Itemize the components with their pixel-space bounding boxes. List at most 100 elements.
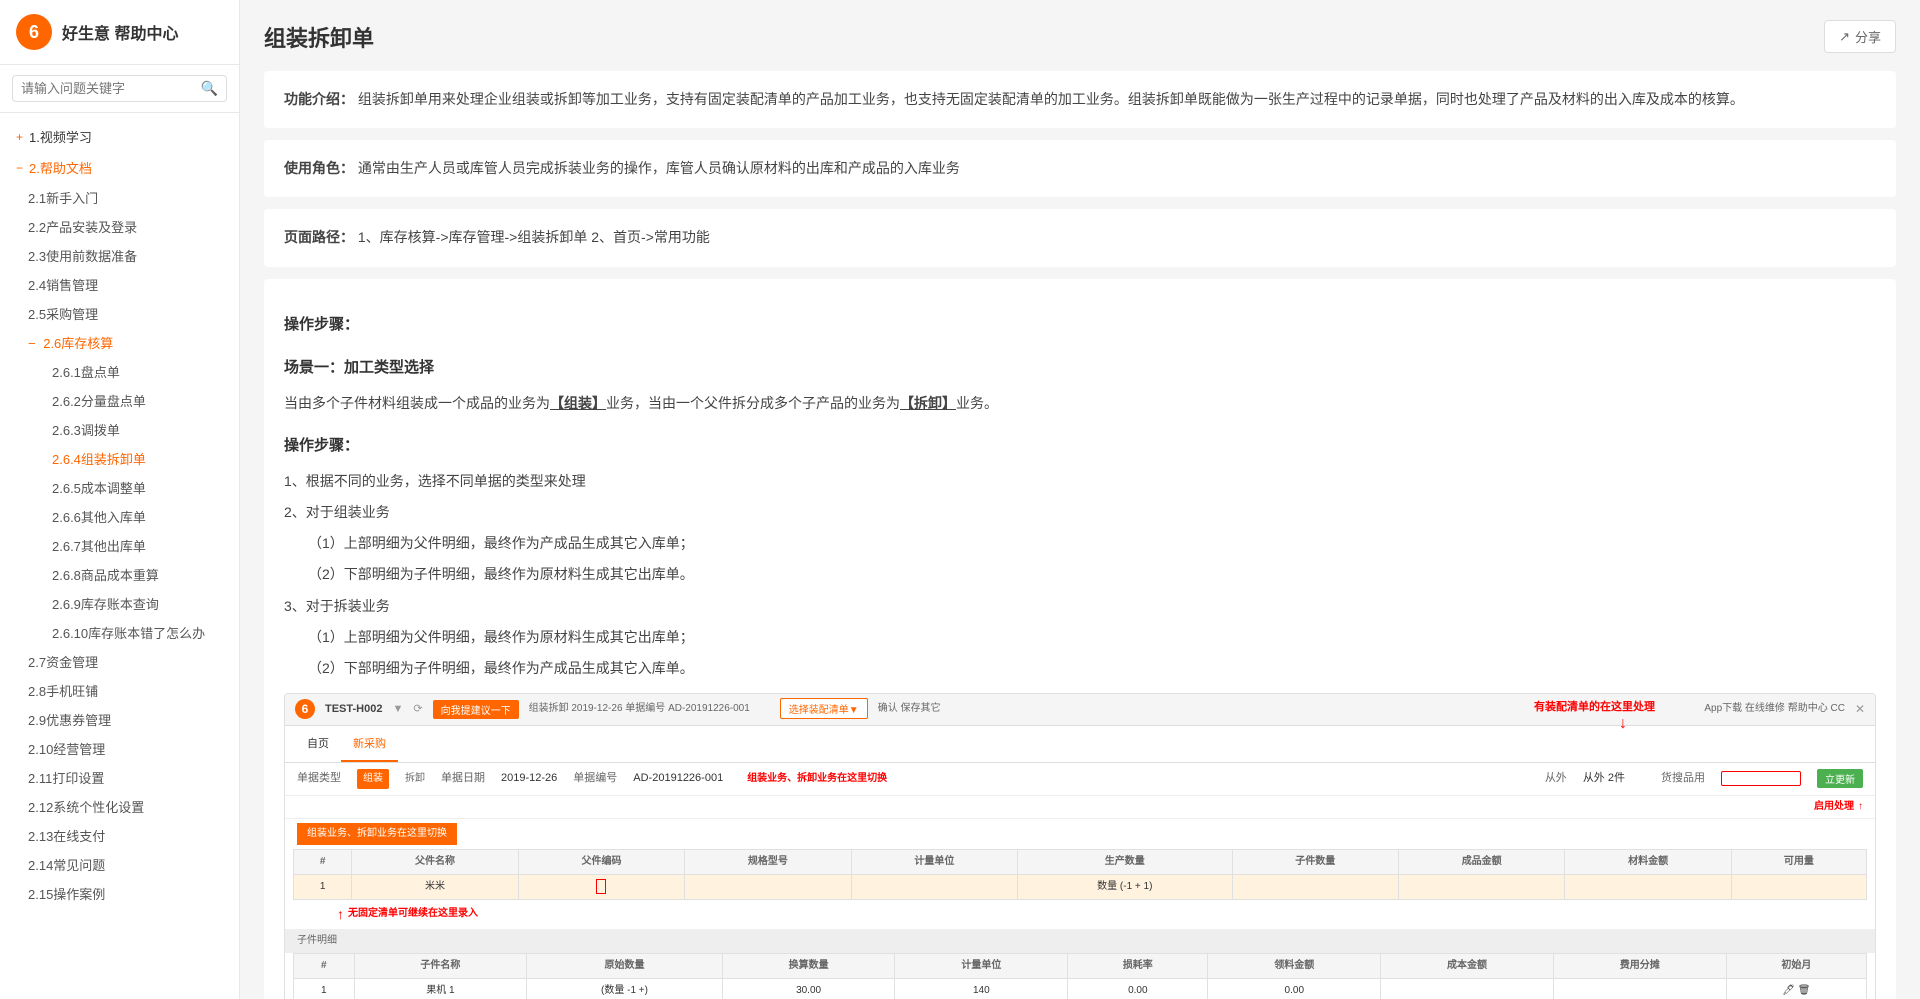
sidebar-item-2.13[interactable]: 2.13在线支付 (28, 821, 239, 850)
sidebar-item-2.4[interactable]: 2.4销售管理 (28, 270, 239, 299)
sidebar-item-2.6.2[interactable]: 2.6.2分量盘点单 (44, 386, 239, 415)
sim-lth-loss: 损耗率 (1068, 953, 1208, 978)
sim-td-prod-qty: 数量 (-1 + 1) (1018, 874, 1232, 899)
sidebar-item-video-label: 1.视频学习 (29, 127, 92, 146)
sim-th-sub-qty: 子件数量 (1232, 849, 1398, 874)
step3-1: （1）上部明细为父件明细，最终作为原材料生成其它出库单； (308, 625, 1876, 650)
sidebar-item-2.6[interactable]: − 2.6库存核算 (28, 328, 239, 357)
sim-section-gray: 子件明细 (285, 929, 1875, 953)
sidebar-item-2.6.6[interactable]: 2.6.6其他入库单 (44, 502, 239, 531)
sim-type-org[interactable]: 组装 (357, 769, 389, 789)
sim-refresh-icon: ⟳ (413, 700, 422, 720)
sidebar-item-2.11[interactable]: 2.11打印设置 (28, 763, 239, 792)
share-button[interactable]: ↗ 分享 (1824, 20, 1896, 53)
sim-lth-pick-amt: 领料金额 (1208, 953, 1381, 978)
sim-dropdown-icon: ▼ (392, 700, 403, 720)
sim-type-dis[interactable]: 拆卸 (405, 770, 425, 788)
sidebar-item-2.5[interactable]: 2.5采购管理 (28, 299, 239, 328)
sim-lth-cost-amt: 成本金额 (1381, 953, 1554, 978)
sim-th-no: # (294, 849, 352, 874)
sim-tab-new[interactable]: 新采购 (341, 730, 398, 762)
sim-lth-orig-qty: 原始数量 (527, 953, 722, 978)
sim-td-code (518, 874, 684, 899)
sim-td-prod-amt (1398, 874, 1564, 899)
sim-lth-unit: 计量单位 (895, 953, 1068, 978)
search-icon[interactable]: 🔍 (201, 80, 218, 97)
main-content: 组装拆卸单 ↗ 分享 功能介绍： 组装拆卸单用来处理企业组装或拆卸等加工业务，支… (240, 0, 1920, 999)
role-text: 通常由生产人员或库管人员完成拆装业务的操作，库管人员确认原材料的出库和产成品的入… (358, 160, 960, 176)
sim-nav-tabs: 自页 新采购 (285, 730, 1875, 763)
sim-lower-header-row: # 子件名称 原始数量 换算数量 计量单位 损耗率 领料金额 成本金额 费用分摊 (294, 953, 1867, 978)
sidebar-item-2.3[interactable]: 2.3使用前数据准备 (28, 241, 239, 270)
sim-ltd-1-cost (1381, 978, 1554, 999)
sidebar-item-docs[interactable]: − 2.帮助文档 (0, 152, 239, 183)
sim-lth-alloc: 费用分摊 (1553, 953, 1726, 978)
search-input[interactable] (21, 81, 201, 96)
sidebar-item-2.6.1[interactable]: 2.6.1盘点单 (44, 357, 239, 386)
screen-inner: 6 TEST-H002 ▼ ⟳ 向我提建议一下 组装拆卸 2019-12-26 … (285, 694, 1875, 999)
arrow-4-up: ↑ (337, 902, 344, 927)
share-icon: ↗ (1839, 29, 1850, 45)
sidebar-item-2.6.8[interactable]: 2.6.8商品成本重算 (44, 560, 239, 589)
sim-lth-conv-qty: 换算数量 (722, 953, 895, 978)
sidebar-item-2.6.4[interactable]: 2.6.4组装拆卸单 (44, 444, 239, 473)
annotation-no-fixed: ↑ 无固定清单可继续在这里录入 (285, 900, 1875, 929)
sim-ltd-1-orig: (数量 -1 +) (527, 978, 722, 999)
sim-upper-table: # 父件名称 父件编码 规格型号 计量单位 生产数量 子件数量 成品金额 材料金… (293, 849, 1867, 900)
sidebar-item-2.8[interactable]: 2.8手机旺铺 (28, 676, 239, 705)
sim-th-avail: 可用量 (1731, 849, 1866, 874)
sim-ltd-1-name: 果机 1 (354, 978, 527, 999)
sim-search-input[interactable] (1721, 771, 1801, 786)
search-box: 🔍 (12, 75, 227, 102)
sim-ltd-1-loss: 0.00 (1068, 978, 1208, 999)
sidebar-item-2.12[interactable]: 2.12系统个性化设置 (28, 792, 239, 821)
sim-fix-list-btn[interactable]: 选择装配清单▼ (780, 698, 868, 719)
sidebar-item-2.6.10[interactable]: 2.6.10库存账本错了怎么办 (44, 618, 239, 647)
ops-card: 操作步骤： 场景一：加工类型选择 当由多个子件材料组装成一个成品的业务为【组装】… (264, 279, 1896, 999)
sim-ops-btn1[interactable]: 确认 保存其它 (878, 700, 941, 718)
sim-th-parent-code: 父件编码 (518, 849, 684, 874)
sim-confirm-btn[interactable]: 立更新 (1817, 769, 1863, 788)
sim-td-name: 米米 (352, 874, 518, 899)
sim-code-input[interactable] (596, 879, 606, 894)
sim-ltd-1-unit: 140 (895, 978, 1068, 999)
sidebar-item-2.15[interactable]: 2.15操作案例 (28, 879, 239, 908)
sim-th-prod-qty: 生产数量 (1018, 849, 1232, 874)
sim-suggest-btn[interactable]: 向我提建议一下 (433, 700, 519, 719)
sim-table-header-row: # 父件名称 父件编码 规格型号 计量单位 生产数量 子件数量 成品金额 材料金… (294, 849, 1867, 874)
sidebar-item-2.14[interactable]: 2.14常见问题 (28, 850, 239, 879)
sidebar-item-2.6.3[interactable]: 2.6.3调拨单 (44, 415, 239, 444)
sidebar-item-2.6.9[interactable]: 2.6.9库存账本查询 (44, 589, 239, 618)
sim-lower-table: # 子件名称 原始数量 换算数量 计量单位 损耗率 领料金额 成本金额 费用分摊 (293, 953, 1867, 999)
sim-close-icon[interactable]: ✕ (1855, 699, 1865, 721)
page-title: 组装拆卸单 (264, 21, 374, 53)
step2-2: （2）下部明细为子件明细，最终作为原材料生成其它出库单。 (308, 562, 1876, 587)
sim-tab-home[interactable]: 自页 (295, 730, 341, 762)
arrow-3: ↑ (1858, 798, 1863, 816)
intro-card: 功能介绍： 组装拆卸单用来处理企业组装或拆卸等加工业务，支持有固定装配清单的产品… (264, 71, 1896, 128)
sidebar-item-2.1[interactable]: 2.1新手入门 (28, 183, 239, 212)
sim-ltd-1-init: 🖊 🗑 (1726, 978, 1866, 999)
sidebar-item-video[interactable]: + 1.视频学习 (0, 121, 239, 152)
sim-ltd-1-alloc (1553, 978, 1726, 999)
sim-ltd-1-conv: 30.00 (722, 978, 895, 999)
screenshot-wrap: 6 TEST-H002 ▼ ⟳ 向我提建议一下 组装拆卸 2019-12-26 … (285, 694, 1875, 999)
sim-lth-init-month: 初始月 (1726, 953, 1866, 978)
sim-ltd-1: 1 (294, 978, 355, 999)
sidebar-item-2.2[interactable]: 2.2产品安装及登录 (28, 212, 239, 241)
sim-company: TEST-H002 (325, 700, 382, 720)
sidebar-item-2.6.7[interactable]: 2.6.7其他出库单 (44, 531, 239, 560)
sim-doc-info: 组装拆卸 2019-12-26 单据编号 AD-20191226-001 (529, 700, 750, 718)
step2: 2、对于组装业务 (284, 500, 1876, 525)
steps-inner-label: 操作步骤： (284, 432, 1876, 459)
scene1-desc: 当由多个子件材料组装成一个成品的业务为【组装】业务，当由一个父件拆分成多个子产品… (284, 391, 1876, 416)
intro-label: 功能介绍： (284, 91, 354, 107)
sidebar-item-2.6.5[interactable]: 2.6.5成本调整单 (44, 473, 239, 502)
sim-date-value: 2019-12-26 (501, 769, 557, 789)
screenshot-container: 6 TEST-H002 ▼ ⟳ 向我提建议一下 组装拆卸 2019-12-26 … (284, 693, 1876, 999)
table-row-2: 1 果机 1 (数量 -1 +) 30.00 140 0.00 0.00 (294, 978, 1867, 999)
sidebar-item-2.9[interactable]: 2.9优惠券管理 (28, 705, 239, 734)
sidebar-item-2.7[interactable]: 2.7资金管理 (28, 647, 239, 676)
logo-text: 好生意 帮助中心 (62, 20, 178, 44)
sidebar-item-2.10[interactable]: 2.10经营管理 (28, 734, 239, 763)
